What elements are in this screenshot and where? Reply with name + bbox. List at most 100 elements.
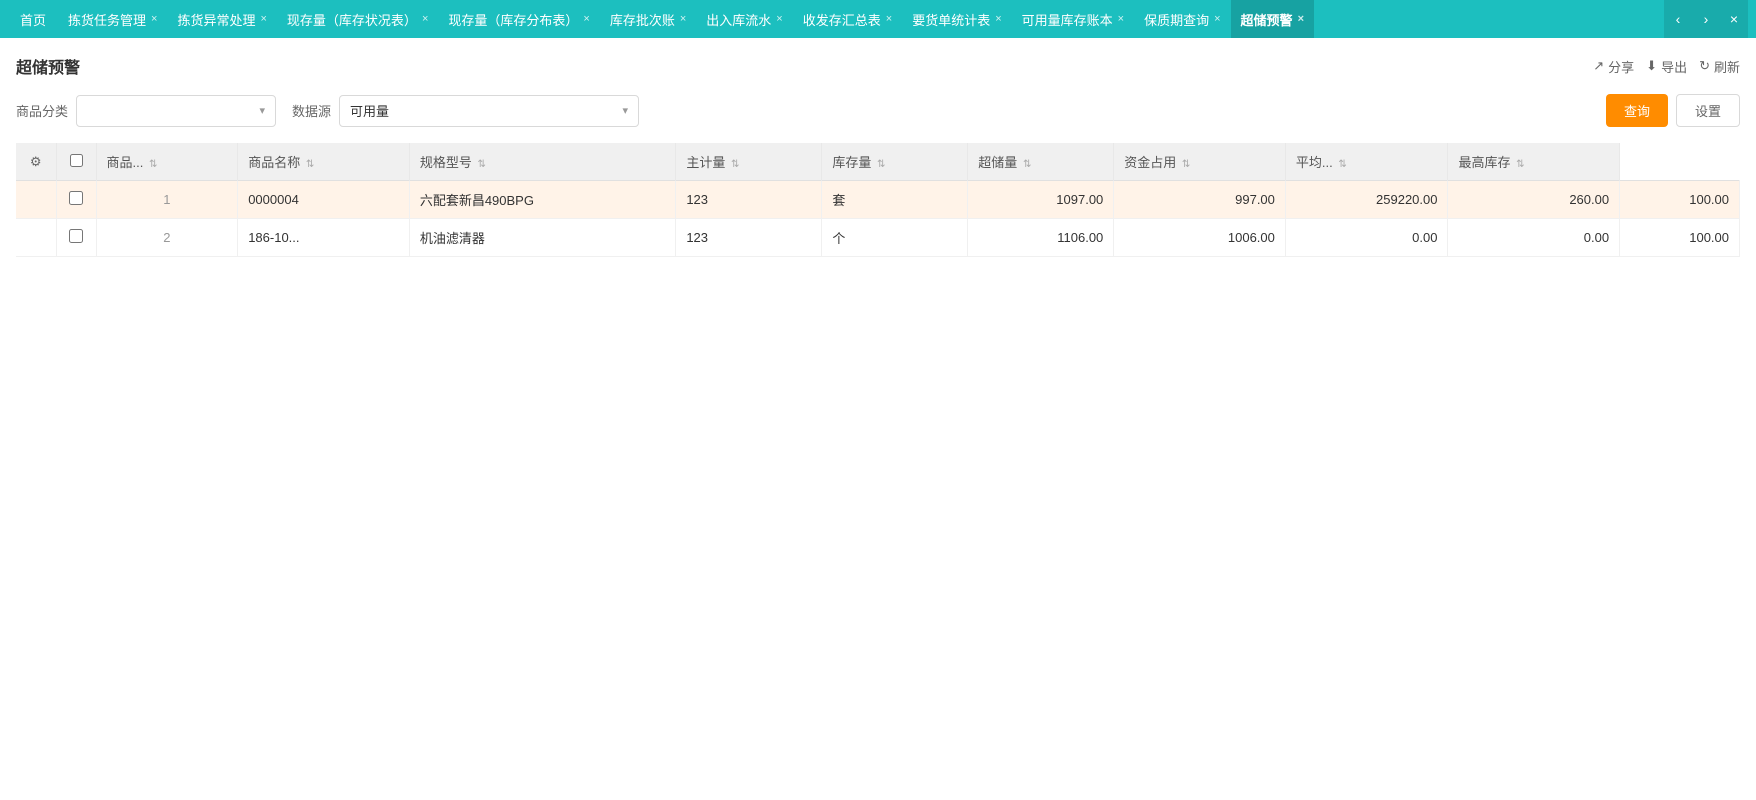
col-productName[interactable]: 商品名称 ⇅ [238, 143, 410, 181]
category-select[interactable]: ▾ [76, 95, 276, 127]
sort-icon-productCode: ⇅ [149, 159, 157, 170]
cell-stock: 1106.00 [968, 219, 1114, 257]
cell-capitalOccupied: 0.00 [1285, 219, 1448, 257]
datasource-value: 可用量 [350, 101, 389, 120]
col-spec[interactable]: 规格型号 ⇅ [409, 143, 676, 181]
page-content: 超储预警 ↗ 分享 ⬇ 导出 ↻ 刷新 商品分类 ▾ 数据源 [0, 38, 1756, 800]
cell-spec: 123 [676, 219, 822, 257]
category-label: 商品分类 [16, 101, 68, 120]
close-tab-9[interactable]: × [1214, 13, 1220, 25]
nav-tab-inoutflow[interactable]: 出入库流水 × [696, 0, 792, 38]
table-row: 1 0000004 六配套新昌490BPG 123 套 1097.00 997.… [16, 181, 1740, 219]
filter-row: 商品分类 ▾ 数据源 可用量 ▾ 查询 设置 [16, 94, 1740, 127]
cell-overstock: 1006.00 [1114, 219, 1286, 257]
close-tab-3[interactable]: × [583, 13, 589, 25]
cell-overstock: 997.00 [1114, 181, 1286, 219]
col-settings[interactable]: ⚙ [16, 143, 56, 181]
sort-icon-stock: ⇅ [877, 159, 885, 170]
query-button[interactable]: 查询 [1606, 94, 1668, 127]
close-tab-7[interactable]: × [995, 13, 1001, 25]
nav-tab-expiry[interactable]: 保质期查询 × [1134, 0, 1230, 38]
col-productCode[interactable]: 商品... ⇅ [96, 143, 238, 181]
category-filter-group: 商品分类 ▾ [16, 95, 276, 127]
cell-avgPrice: 260.00 [1448, 181, 1620, 219]
share-button[interactable]: ↗ 分享 [1593, 57, 1634, 76]
nav-tab-overstock[interactable]: 超储预警 × [1231, 0, 1314, 38]
sort-icon-unit: ⇅ [731, 159, 739, 170]
nav-tab-summary[interactable]: 收发存汇总表 × [793, 0, 902, 38]
cell-productName: 机油滤清器 [409, 219, 676, 257]
col-checkbox[interactable] [56, 143, 96, 181]
nav-tab-pickingException[interactable]: 拣货异常处理 × [167, 0, 276, 38]
cell-unit: 个 [822, 219, 968, 257]
close-tab-4[interactable]: × [680, 13, 686, 25]
col-stock[interactable]: 库存量 ⇅ [822, 143, 968, 181]
cell-productCode: 186-10... [238, 219, 410, 257]
export-button[interactable]: ⬇ 导出 [1646, 57, 1687, 76]
sort-icon-capital: ⇅ [1182, 159, 1190, 170]
col-avgPrice[interactable]: 平均... ⇅ [1285, 143, 1448, 181]
nav-tab-pickingTask[interactable]: 拣货任务管理 × [58, 0, 167, 38]
page-header: 超储预警 ↗ 分享 ⬇ 导出 ↻ 刷新 [16, 54, 1740, 78]
col-overstock[interactable]: 超储量 ⇅ [968, 143, 1114, 181]
refresh-button[interactable]: ↻ 刷新 [1699, 57, 1740, 76]
nav-tab-batchAccount[interactable]: 库存批次账 × [600, 0, 696, 38]
close-tab-5[interactable]: × [776, 13, 782, 25]
nav-tab-stockStatus[interactable]: 现存量（库存状况表） × [277, 0, 438, 38]
filter-actions: 查询 设置 [1606, 94, 1740, 127]
datasource-arrow-icon: ▾ [623, 104, 629, 117]
close-tab-2[interactable]: × [422, 13, 428, 25]
cell-maxStock: 100.00 [1620, 181, 1740, 219]
nav-tab-requisition[interactable]: 要货单统计表 × [902, 0, 1011, 38]
table-header-row: ⚙ 商品... ⇅ 商品名称 ⇅ 规格型号 ⇅ 主计量 [16, 143, 1740, 181]
nav-arrows: ‹ › × [1664, 0, 1748, 38]
settings-button[interactable]: 设置 [1676, 94, 1740, 127]
cell-spec: 123 [676, 181, 822, 219]
export-icon: ⬇ [1646, 58, 1657, 74]
col-maxStock[interactable]: 最高库存 ⇅ [1448, 143, 1620, 181]
cell-productCode: 0000004 [238, 181, 410, 219]
datasource-filter-group: 数据源 可用量 ▾ [292, 95, 639, 127]
close-tab-8[interactable]: × [1118, 13, 1124, 25]
sort-icon-productName: ⇅ [306, 159, 314, 170]
close-tab-6[interactable]: × [886, 13, 892, 25]
select-all-checkbox[interactable] [70, 154, 83, 167]
row-checkbox-cell[interactable] [56, 219, 96, 257]
col-capital[interactable]: 资金占用 ⇅ [1114, 143, 1286, 181]
top-nav: 首页 拣货任务管理 × 拣货异常处理 × 现存量（库存状况表） × 现存量（库存… [0, 0, 1756, 38]
nav-arrow-right[interactable]: › [1692, 0, 1720, 38]
nav-home[interactable]: 首页 [8, 10, 58, 29]
nav-tab-available[interactable]: 可用量库存账本 × [1012, 0, 1134, 38]
nav-arrow-left[interactable]: ‹ [1664, 0, 1692, 38]
nav-tab-stockDist[interactable]: 现存量（库存分布表） × [438, 0, 599, 38]
row-checkbox-1[interactable] [69, 229, 83, 243]
category-arrow-icon: ▾ [259, 104, 265, 117]
refresh-icon: ↻ [1699, 58, 1710, 74]
cell-rowNum: 1 [96, 181, 238, 219]
cell-maxStock: 100.00 [1620, 219, 1740, 257]
cell-unit: 套 [822, 181, 968, 219]
cell-rowNum: 2 [96, 219, 238, 257]
row-settings-cell [16, 181, 56, 219]
page-title: 超储预警 [16, 54, 80, 78]
col-unit[interactable]: 主计量 ⇅ [676, 143, 822, 181]
nav-arrow-close[interactable]: × [1720, 0, 1748, 38]
header-actions: ↗ 分享 ⬇ 导出 ↻ 刷新 [1593, 57, 1740, 76]
share-icon: ↗ [1593, 58, 1604, 74]
cell-productName: 六配套新昌490BPG [409, 181, 676, 219]
row-checkbox-0[interactable] [69, 191, 83, 205]
sort-icon-overstock: ⇅ [1023, 159, 1031, 170]
sort-icon-avgPrice: ⇅ [1338, 159, 1346, 170]
table-row: 2 186-10... 机油滤清器 123 个 1106.00 1006.00 … [16, 219, 1740, 257]
datasource-label: 数据源 [292, 101, 331, 120]
data-table: ⚙ 商品... ⇅ 商品名称 ⇅ 规格型号 ⇅ 主计量 [16, 143, 1740, 257]
row-checkbox-cell[interactable] [56, 181, 96, 219]
datasource-select[interactable]: 可用量 ▾ [339, 95, 639, 127]
close-tab-10[interactable]: × [1298, 13, 1304, 25]
close-tab-0[interactable]: × [151, 13, 157, 25]
close-tab-1[interactable]: × [260, 13, 266, 25]
cell-avgPrice: 0.00 [1448, 219, 1620, 257]
row-settings-cell [16, 219, 56, 257]
sort-icon-spec: ⇅ [477, 159, 485, 170]
gear-icon: ⚙ [30, 154, 42, 169]
